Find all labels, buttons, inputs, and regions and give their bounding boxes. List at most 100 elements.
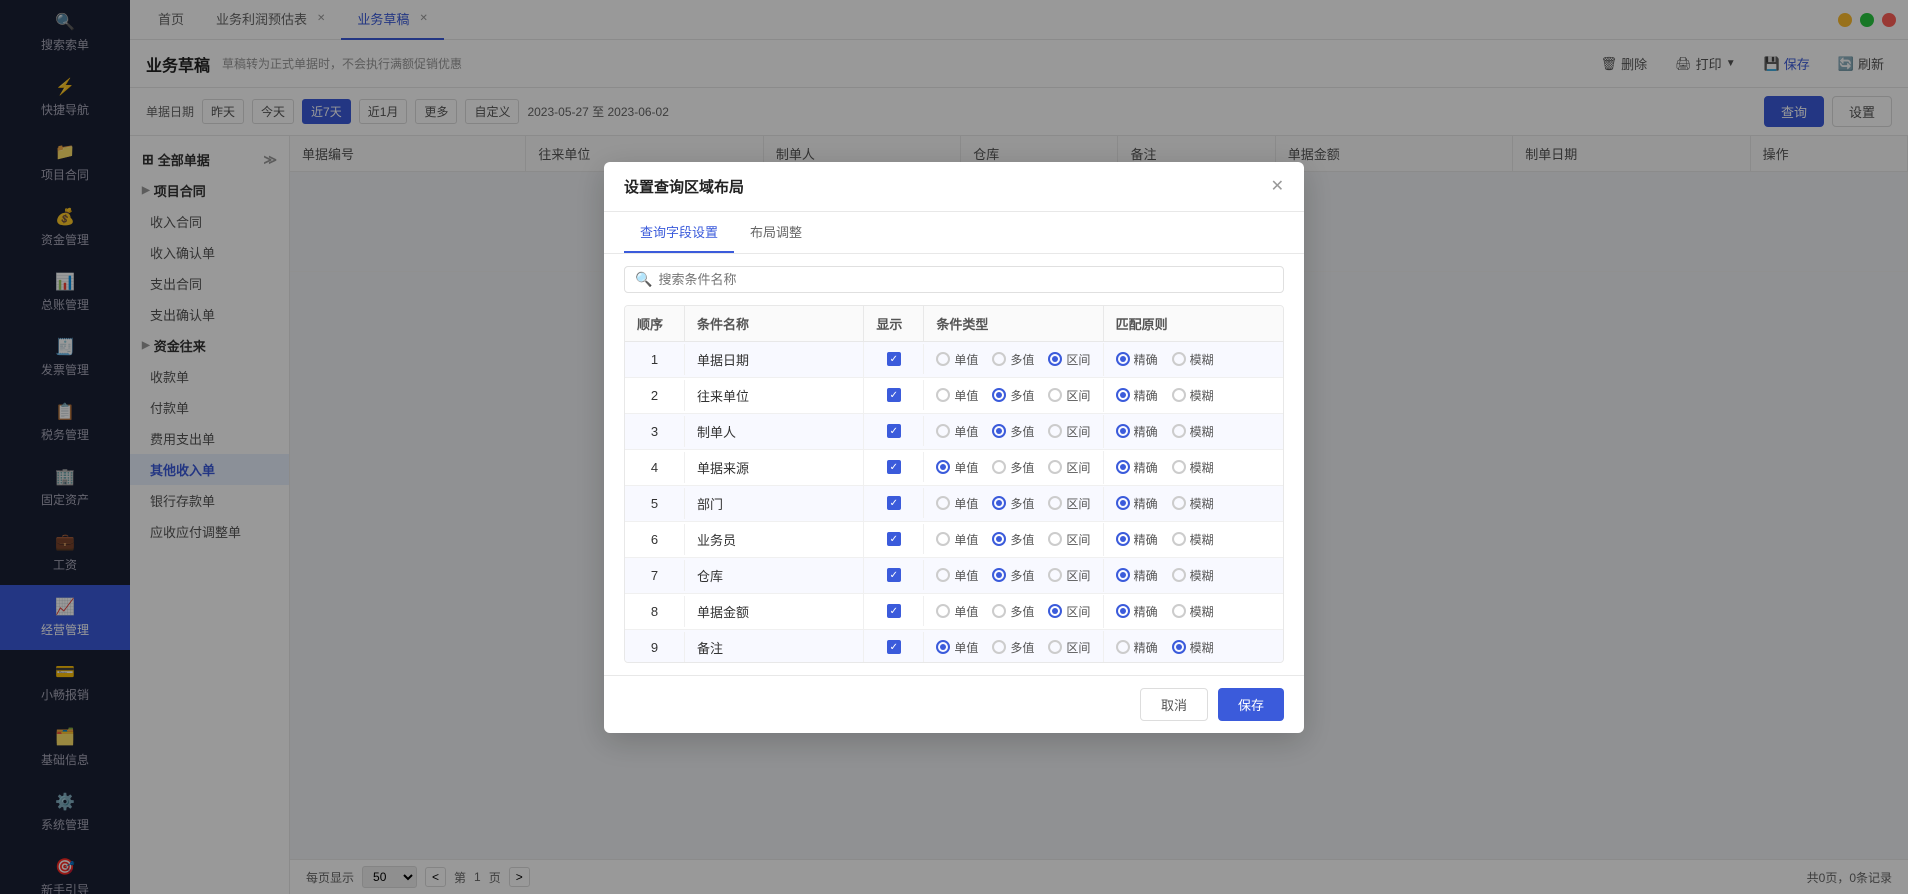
radio-option[interactable] (1116, 604, 1130, 618)
row-show[interactable]: ✓ (864, 344, 924, 374)
radio-option[interactable] (1048, 568, 1062, 582)
type-range-option[interactable]: 区间 (1048, 351, 1090, 368)
radio-option[interactable] (1048, 604, 1062, 618)
radio-option[interactable] (936, 532, 950, 546)
row-show[interactable]: ✓ (864, 524, 924, 554)
match-exact-option[interactable]: 精确 (1116, 639, 1158, 656)
type-multi-option[interactable]: 多值 (992, 531, 1034, 548)
row-show[interactable]: ✓ (864, 560, 924, 590)
match-exact-option[interactable]: 精确 (1116, 567, 1158, 584)
radio-option[interactable] (992, 532, 1006, 546)
radio-option[interactable] (992, 604, 1006, 618)
radio-option[interactable] (1048, 424, 1062, 438)
type-multi-option[interactable]: 多值 (992, 567, 1034, 584)
cancel-button[interactable]: 取消 (1140, 688, 1208, 721)
match-fuzzy-option[interactable]: 模糊 (1172, 351, 1214, 368)
radio-option[interactable] (1172, 460, 1186, 474)
type-multi-option[interactable]: 多值 (992, 387, 1034, 404)
radio-option[interactable] (936, 460, 950, 474)
radio-option[interactable] (992, 640, 1006, 654)
type-multi-option[interactable]: 多值 (992, 639, 1034, 656)
type-single-option[interactable]: 单值 (936, 387, 978, 404)
type-single-option[interactable]: 单值 (936, 531, 978, 548)
radio-option[interactable] (1048, 532, 1062, 546)
radio-option[interactable] (1116, 496, 1130, 510)
row-show[interactable]: ✓ (864, 380, 924, 410)
row-show[interactable]: ✓ (864, 488, 924, 518)
radio-option[interactable] (936, 424, 950, 438)
match-fuzzy-option[interactable]: 模糊 (1172, 387, 1214, 404)
type-multi-option[interactable]: 多值 (992, 351, 1034, 368)
search-input[interactable] (658, 272, 1273, 287)
match-fuzzy-option[interactable]: 模糊 (1172, 423, 1214, 440)
match-fuzzy-option[interactable]: 模糊 (1172, 567, 1214, 584)
match-exact-option[interactable]: 精确 (1116, 495, 1158, 512)
radio-option[interactable] (1048, 496, 1062, 510)
radio-option[interactable] (992, 424, 1006, 438)
match-exact-option[interactable]: 精确 (1116, 423, 1158, 440)
type-range-option[interactable]: 区间 (1048, 639, 1090, 656)
match-exact-option[interactable]: 精确 (1116, 531, 1158, 548)
radio-option[interactable] (1048, 352, 1062, 366)
show-checkbox[interactable]: ✓ (887, 640, 901, 654)
dialog-close-button[interactable]: ✕ (1271, 176, 1284, 196)
type-range-option[interactable]: 区间 (1048, 603, 1090, 620)
radio-option[interactable] (1116, 532, 1130, 546)
type-range-option[interactable]: 区间 (1048, 567, 1090, 584)
type-single-option[interactable]: 单值 (936, 639, 978, 656)
radio-option[interactable] (992, 496, 1006, 510)
match-fuzzy-option[interactable]: 模糊 (1172, 639, 1214, 656)
radio-option[interactable] (936, 496, 950, 510)
type-range-option[interactable]: 区间 (1048, 531, 1090, 548)
radio-option[interactable] (1116, 640, 1130, 654)
dialog-tab-layout[interactable]: 布局调整 (734, 212, 818, 253)
type-range-option[interactable]: 区间 (1048, 423, 1090, 440)
type-range-option[interactable]: 区间 (1048, 387, 1090, 404)
type-multi-option[interactable]: 多值 (992, 459, 1034, 476)
type-range-option[interactable]: 区间 (1048, 459, 1090, 476)
type-multi-option[interactable]: 多值 (992, 423, 1034, 440)
type-single-option[interactable]: 单值 (936, 495, 978, 512)
radio-option[interactable] (1116, 352, 1130, 366)
save-button[interactable]: 保存 (1218, 688, 1284, 721)
radio-option[interactable] (992, 568, 1006, 582)
type-range-option[interactable]: 区间 (1048, 495, 1090, 512)
row-show[interactable]: ✓ (864, 632, 924, 662)
show-checkbox[interactable]: ✓ (887, 604, 901, 618)
radio-option[interactable] (1172, 640, 1186, 654)
radio-option[interactable] (1172, 604, 1186, 618)
type-single-option[interactable]: 单值 (936, 459, 978, 476)
match-fuzzy-option[interactable]: 模糊 (1172, 603, 1214, 620)
dialog-tab-query[interactable]: 查询字段设置 (624, 212, 734, 253)
radio-option[interactable] (936, 640, 950, 654)
match-exact-option[interactable]: 精确 (1116, 459, 1158, 476)
match-fuzzy-option[interactable]: 模糊 (1172, 459, 1214, 476)
type-single-option[interactable]: 单值 (936, 423, 978, 440)
match-fuzzy-option[interactable]: 模糊 (1172, 531, 1214, 548)
radio-option[interactable] (1116, 388, 1130, 402)
row-show[interactable]: ✓ (864, 416, 924, 446)
radio-option[interactable] (1172, 424, 1186, 438)
show-checkbox[interactable]: ✓ (887, 388, 901, 402)
radio-option[interactable] (936, 388, 950, 402)
show-checkbox[interactable]: ✓ (887, 460, 901, 474)
match-fuzzy-option[interactable]: 模糊 (1172, 495, 1214, 512)
type-multi-option[interactable]: 多值 (992, 603, 1034, 620)
show-checkbox[interactable]: ✓ (887, 532, 901, 546)
radio-option[interactable] (1172, 568, 1186, 582)
show-checkbox[interactable]: ✓ (887, 424, 901, 438)
radio-option[interactable] (992, 352, 1006, 366)
type-multi-option[interactable]: 多值 (992, 495, 1034, 512)
radio-option[interactable] (936, 568, 950, 582)
radio-option[interactable] (1172, 496, 1186, 510)
match-exact-option[interactable]: 精确 (1116, 387, 1158, 404)
radio-option[interactable] (1172, 532, 1186, 546)
radio-option[interactable] (1048, 388, 1062, 402)
radio-option[interactable] (936, 604, 950, 618)
radio-option[interactable] (992, 460, 1006, 474)
radio-option[interactable] (1048, 460, 1062, 474)
show-checkbox[interactable]: ✓ (887, 568, 901, 582)
radio-option[interactable] (1048, 640, 1062, 654)
row-show[interactable]: ✓ (864, 596, 924, 626)
type-single-option[interactable]: 单值 (936, 603, 978, 620)
